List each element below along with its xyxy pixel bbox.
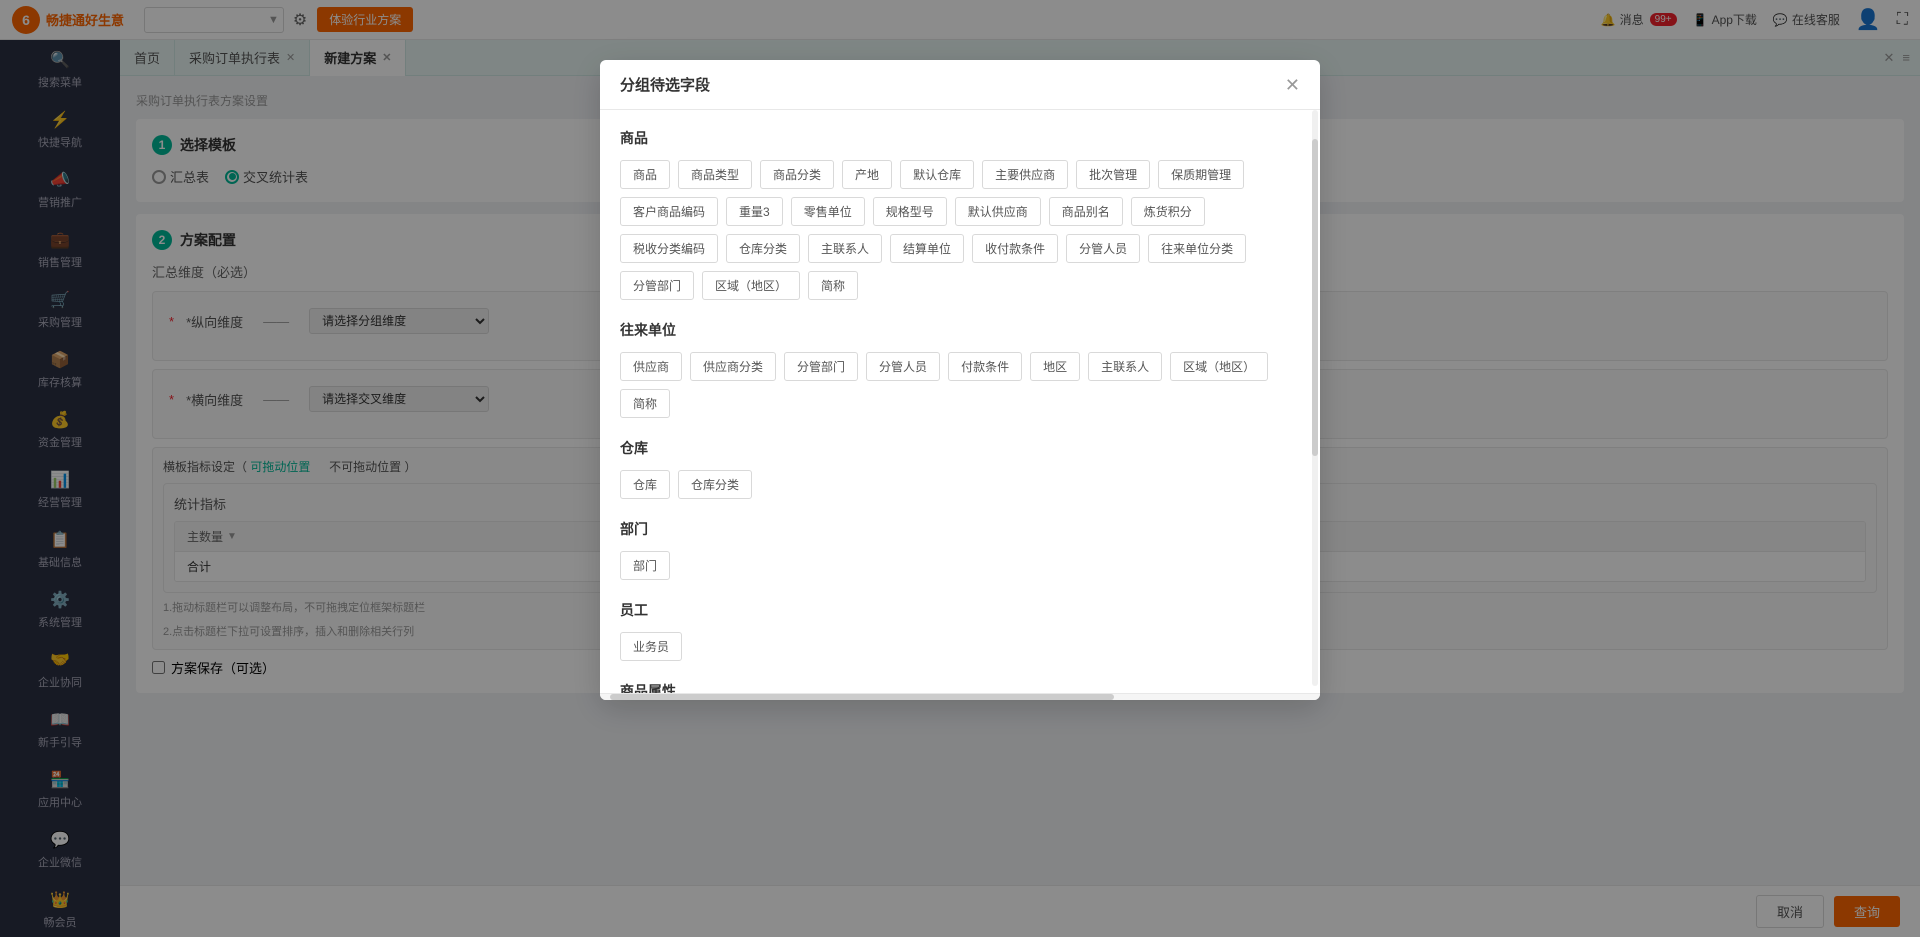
field-tag-goods-19[interactable]: 收付款条件: [972, 234, 1058, 263]
field-section-product_attr: 商品属性属性颜色多规格尺码鞋码1: [620, 681, 1300, 693]
field-tags-partner: 供应商供应商分类分管部门分管人员付款条件地区主联系人区域（地区） 简称: [620, 352, 1300, 418]
field-tag-goods-6[interactable]: 批次管理: [1076, 160, 1150, 189]
modal-body: 商品商品商品类型商品分类产地默认仓库主要供应商批次管理保质期管理客户商品编码重量…: [600, 110, 1320, 693]
modal-h-thumb: [610, 694, 1114, 700]
field-tags-department: 部门: [620, 551, 1300, 580]
field-tag-warehouse-0[interactable]: 仓库: [620, 470, 670, 499]
field-tag-partner-6[interactable]: 主联系人: [1088, 352, 1162, 381]
field-tag-goods-8[interactable]: 客户商品编码: [620, 197, 718, 226]
field-tag-goods-3[interactable]: 产地: [842, 160, 892, 189]
field-section-title-goods: 商品: [620, 128, 1300, 148]
field-tag-goods-22[interactable]: 分管部门: [620, 271, 694, 300]
field-tag-goods-14[interactable]: 炼货积分: [1131, 197, 1205, 226]
field-tag-partner-5[interactable]: 地区: [1030, 352, 1080, 381]
field-tag-goods-2[interactable]: 商品分类: [760, 160, 834, 189]
field-tag-goods-21[interactable]: 往来单位分类: [1148, 234, 1246, 263]
field-tag-goods-1[interactable]: 商品类型: [678, 160, 752, 189]
field-tag-goods-17[interactable]: 主联系人: [808, 234, 882, 263]
modal-v-scrollbar[interactable]: [1312, 110, 1318, 686]
field-tag-goods-0[interactable]: 商品: [620, 160, 670, 189]
field-section-title-product_attr: 商品属性: [620, 681, 1300, 693]
field-tag-goods-16[interactable]: 仓库分类: [726, 234, 800, 263]
field-tag-partner-7[interactable]: 区域（地区）: [1170, 352, 1268, 381]
field-section-department: 部门部门: [620, 519, 1300, 580]
modal-overlay[interactable]: 分组待选字段 ✕ 商品商品商品类型商品分类产地默认仓库主要供应商批次管理保质期管…: [0, 0, 1920, 937]
modal-title: 分组待选字段: [620, 74, 710, 95]
field-section-title-employee: 员工: [620, 600, 1300, 620]
modal-close-icon[interactable]: ✕: [1285, 76, 1300, 94]
field-tag-goods-13[interactable]: 商品别名: [1049, 197, 1123, 226]
field-tag-department-0[interactable]: 部门: [620, 551, 670, 580]
field-tag-goods-15[interactable]: 税收分类编码: [620, 234, 718, 263]
field-tag-goods-9[interactable]: 重量3: [726, 197, 783, 226]
field-section-employee: 员工业务员: [620, 600, 1300, 661]
modal: 分组待选字段 ✕ 商品商品商品类型商品分类产地默认仓库主要供应商批次管理保质期管…: [600, 60, 1320, 700]
field-section-warehouse: 仓库仓库仓库分类: [620, 438, 1300, 499]
modal-v-thumb: [1312, 139, 1318, 456]
modal-header: 分组待选字段 ✕: [600, 60, 1320, 110]
field-tag-partner-1[interactable]: 供应商分类: [690, 352, 776, 381]
field-tag-partner-3[interactable]: 分管人员: [866, 352, 940, 381]
field-tag-partner-0[interactable]: 供应商: [620, 352, 682, 381]
field-tag-goods-12[interactable]: 默认供应商: [955, 197, 1041, 226]
field-tag-partner-8[interactable]: 简称: [620, 389, 670, 418]
field-section-title-partner: 往来单位: [620, 320, 1300, 340]
field-tags-warehouse: 仓库仓库分类: [620, 470, 1300, 499]
field-tag-goods-20[interactable]: 分管人员: [1066, 234, 1140, 263]
field-tags-goods: 商品商品类型商品分类产地默认仓库主要供应商批次管理保质期管理客户商品编码重量3 零…: [620, 160, 1300, 300]
field-section-title-department: 部门: [620, 519, 1300, 539]
field-tag-warehouse-1[interactable]: 仓库分类: [678, 470, 752, 499]
field-tag-goods-24[interactable]: 简称: [808, 271, 858, 300]
modal-h-scrollbar[interactable]: [600, 693, 1320, 700]
field-tag-goods-23[interactable]: 区域（地区）: [702, 271, 800, 300]
field-tag-employee-0[interactable]: 业务员: [620, 632, 682, 661]
field-tag-goods-4[interactable]: 默认仓库: [900, 160, 974, 189]
field-tag-partner-2[interactable]: 分管部门: [784, 352, 858, 381]
field-tag-goods-18[interactable]: 结算单位: [890, 234, 964, 263]
field-tag-goods-11[interactable]: 规格型号: [873, 197, 947, 226]
field-tag-goods-5[interactable]: 主要供应商: [982, 160, 1068, 189]
field-tag-goods-7[interactable]: 保质期管理: [1158, 160, 1244, 189]
field-tag-goods-10[interactable]: 零售单位: [791, 197, 865, 226]
field-tag-partner-4[interactable]: 付款条件: [948, 352, 1022, 381]
field-tags-employee: 业务员: [620, 632, 1300, 661]
field-section-title-warehouse: 仓库: [620, 438, 1300, 458]
field-section-goods: 商品商品商品类型商品分类产地默认仓库主要供应商批次管理保质期管理客户商品编码重量…: [620, 128, 1300, 300]
field-section-partner: 往来单位供应商供应商分类分管部门分管人员付款条件地区主联系人区域（地区） 简称: [620, 320, 1300, 418]
